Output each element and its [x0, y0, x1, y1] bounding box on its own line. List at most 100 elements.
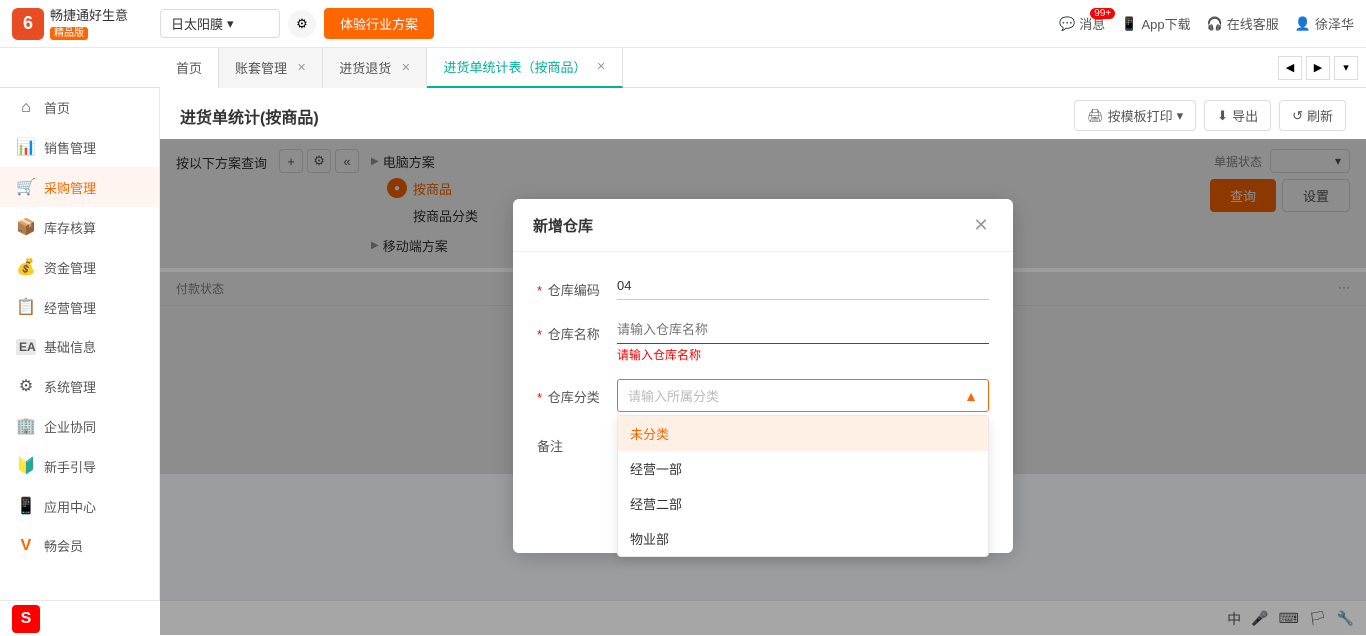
form-row-code: * 仓库编码 — [537, 272, 989, 300]
sidebar-label-basics: 基础信息 — [44, 337, 96, 356]
tab-next-button[interactable]: ▶ — [1306, 56, 1330, 80]
sidebar-item-basics[interactable]: EA 基础信息 — [0, 327, 159, 366]
sidebar-label-home: 首页 — [44, 98, 70, 117]
page-actions: 🖨 按模板打印 ▾ ⬇ 导出 ↺ 刷新 — [1074, 100, 1346, 131]
print-chevron-icon: ▾ — [1177, 108, 1184, 124]
name-label: * 仓库名称 — [537, 316, 617, 343]
tab-controls: ◀ ▶ ▾ — [1278, 56, 1366, 80]
add-warehouse-modal: 新增仓库 ✕ * 仓库编码 — [513, 199, 1013, 553]
name-input[interactable] — [617, 316, 989, 344]
dropdown-option-ops2[interactable]: 经营二部 — [618, 486, 988, 521]
operations-icon: 📋 — [16, 297, 36, 317]
store-selector[interactable]: 日太阳膜 ▾ — [160, 9, 280, 38]
settings-icon[interactable]: ⚙ — [288, 10, 316, 38]
user-menu[interactable]: 👤 徐泽华 — [1295, 14, 1354, 33]
export-button[interactable]: ⬇ 导出 — [1204, 100, 1271, 131]
sidebar-label-inventory: 库存核算 — [44, 218, 96, 237]
member-icon: V — [16, 537, 36, 555]
category-dropdown: 未分类 经营一部 经营二部 物业部 — [617, 415, 989, 557]
tab-home[interactable]: 首页 — [160, 48, 219, 88]
print-button[interactable]: 🖨 按模板打印 ▾ — [1074, 100, 1196, 131]
code-input[interactable] — [617, 272, 989, 300]
app-logo-icon: 6 — [12, 8, 44, 40]
inventory-icon: 📦 — [16, 217, 36, 237]
print-label: 按模板打印 — [1108, 106, 1173, 125]
content-area: 进货单统计(按商品) 🖨 按模板打印 ▾ ⬇ 导出 ↺ 刷新 — [160, 88, 1366, 636]
enterprise-icon: 🏢 — [16, 416, 36, 436]
messages-button[interactable]: 💬 消息 99+ — [1059, 14, 1105, 33]
purchase-stat-tab-close[interactable]: ✕ — [597, 60, 606, 73]
category-label: * 仓库分类 — [537, 379, 617, 406]
sidebar-item-enterprise[interactable]: 🏢 企业协同 — [0, 406, 159, 446]
form-row-category: * 仓库分类 请输入所属分类 ▲ 未分类 — [537, 379, 989, 412]
app-download-button[interactable]: 📱 App下载 — [1121, 14, 1190, 33]
category-placeholder: 请输入所属分类 — [628, 386, 719, 405]
required-mark-name: * — [537, 327, 542, 342]
sidebar-item-home[interactable]: ⌂ 首页 — [0, 88, 159, 127]
bottom-s-logo: S — [12, 605, 40, 633]
category-select[interactable]: 请输入所属分类 ▲ — [617, 379, 989, 412]
sidebar-item-inventory[interactable]: 📦 库存核算 — [0, 207, 159, 247]
purchase-icon: 🛒 — [16, 177, 36, 197]
dropdown-option-ops1[interactable]: 经营一部 — [618, 451, 988, 486]
sidebar-item-system[interactable]: ⚙ 系统管理 — [0, 366, 159, 406]
name-label-text: 仓库名称 — [548, 327, 600, 342]
page-title: 进货单统计(按商品) — [180, 104, 319, 128]
system-icon: ⚙ — [16, 376, 36, 396]
sidebar-item-purchase[interactable]: 🛒 采购管理 — [0, 167, 159, 207]
top-navbar: 6 畅捷通好生意 精品版 日太阳膜 ▾ ⚙ 体验行业方案 💬 消息 99+ 📱 … — [0, 0, 1366, 48]
tab-returns[interactable]: 进货退货 ✕ — [323, 48, 427, 88]
app-download-label: App下载 — [1141, 14, 1190, 33]
tab-prev-button[interactable]: ◀ — [1278, 56, 1302, 80]
returns-tab-close[interactable]: ✕ — [401, 61, 410, 74]
nav-icons: 💬 消息 99+ 📱 App下载 🎧 在线客服 👤 徐泽华 — [1059, 14, 1354, 33]
sidebar-label-apps: 应用中心 — [44, 497, 96, 516]
modal-header: 新增仓库 ✕ — [513, 199, 1013, 252]
modal-body: * 仓库编码 * 仓库名称 — [513, 252, 1013, 492]
dropdown-option-property[interactable]: 物业部 — [618, 521, 988, 556]
app-badge: 精品版 — [50, 27, 88, 40]
dropdown-option-uncategorized[interactable]: 未分类 — [618, 416, 988, 451]
sidebar-label-member: 畅会员 — [44, 536, 83, 555]
tab-menu-button[interactable]: ▾ — [1334, 56, 1358, 80]
home-icon: ⌂ — [16, 99, 36, 117]
sidebar-label-sales: 销售管理 — [44, 138, 96, 157]
refresh-label: 刷新 — [1307, 106, 1333, 125]
required-mark-code: * — [537, 283, 542, 298]
accounts-tab-close[interactable]: ✕ — [297, 61, 306, 74]
code-label: * 仓库编码 — [537, 272, 617, 299]
sidebar-item-finance[interactable]: 💰 资金管理 — [0, 247, 159, 287]
store-name: 日太阳膜 — [171, 14, 223, 33]
tab-accounts[interactable]: 账套管理 ✕ — [219, 48, 323, 88]
modal-close-button[interactable]: ✕ — [969, 213, 993, 237]
required-mark-cat: * — [537, 390, 542, 405]
main-layout: ⌂ 首页 📊 销售管理 🛒 采购管理 📦 库存核算 💰 资金管理 📋 经营管理 … — [0, 88, 1366, 636]
accounts-tab-label: 账套管理 — [235, 58, 287, 77]
finance-icon: 💰 — [16, 257, 36, 277]
modal-overlay: 新增仓库 ✕ * 仓库编码 — [160, 139, 1366, 635]
sidebar-item-sales[interactable]: 📊 销售管理 — [0, 127, 159, 167]
bottom-logo: S — [12, 605, 40, 633]
sidebar-item-apps[interactable]: 📱 应用中心 — [0, 486, 159, 526]
username-label: 徐泽华 — [1315, 14, 1354, 33]
name-field: 请输入仓库名称 — [617, 316, 989, 363]
sidebar-item-member[interactable]: V 畅会员 — [0, 526, 159, 565]
message-icon: 💬 — [1059, 16, 1075, 32]
online-service-label: 在线客服 — [1227, 14, 1279, 33]
sidebar-label-finance: 资金管理 — [44, 258, 96, 277]
download-icon: 📱 — [1121, 16, 1137, 32]
export-label: 导出 — [1232, 106, 1258, 125]
trial-button[interactable]: 体验行业方案 — [324, 8, 434, 39]
sidebar-item-operations[interactable]: 📋 经营管理 — [0, 287, 159, 327]
category-field: 请输入所属分类 ▲ 未分类 经营一部 经营二部 物业部 — [617, 379, 989, 412]
sales-icon: 📊 — [16, 137, 36, 157]
category-label-text: 仓库分类 — [548, 390, 600, 405]
message-badge: 99+ — [1090, 8, 1115, 19]
sidebar-item-guide[interactable]: 🔰 新手引导 — [0, 446, 159, 486]
sidebar-label-system: 系统管理 — [44, 377, 96, 396]
notes-label: 备注 — [537, 428, 617, 455]
refresh-button[interactable]: ↺ 刷新 — [1279, 100, 1346, 131]
tab-purchase-stat[interactable]: 进货单统计表（按商品） ✕ — [427, 48, 622, 88]
name-error-msg: 请输入仓库名称 — [617, 346, 989, 363]
online-service-button[interactable]: 🎧 在线客服 — [1207, 14, 1279, 33]
